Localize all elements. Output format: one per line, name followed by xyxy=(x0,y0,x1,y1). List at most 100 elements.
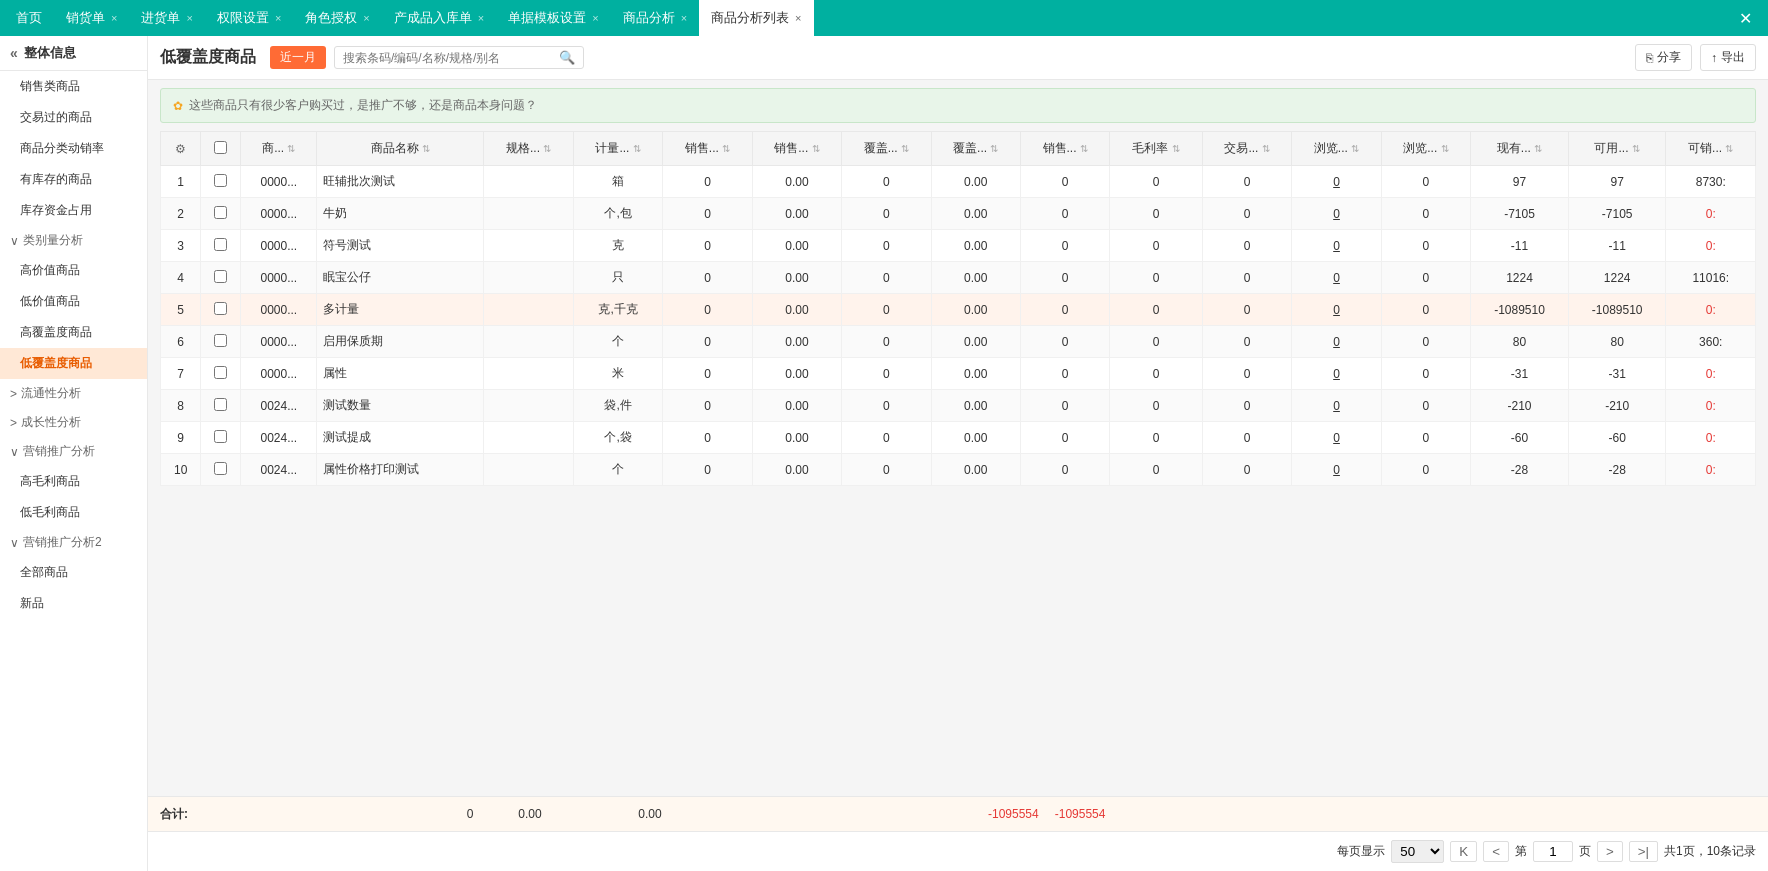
row-select-checkbox[interactable] xyxy=(214,238,227,251)
row-trade: 0 xyxy=(1202,262,1291,294)
info-icon: ✿ xyxy=(173,99,183,113)
prev-page-button[interactable]: < xyxy=(1483,841,1509,862)
sidebar-item-high-margin[interactable]: 高毛利商品 xyxy=(0,466,147,497)
sidebar-section-growth-analysis[interactable]: >成长性分析 xyxy=(0,408,147,437)
row-select-checkbox[interactable] xyxy=(214,430,227,443)
row-select-checkbox[interactable] xyxy=(214,398,227,411)
sidebar-header-label: 整体信息 xyxy=(24,44,76,62)
row-browse1[interactable]: 0 xyxy=(1292,422,1381,454)
row-checkbox xyxy=(201,326,241,358)
page-title: 低覆盖度商品 xyxy=(160,47,256,68)
nav-item-permissions[interactable]: 权限设置× xyxy=(205,0,293,36)
sidebar-item-high-coverage[interactable]: 高覆盖度商品 xyxy=(0,317,147,348)
first-page-button[interactable]: K xyxy=(1450,841,1477,862)
row-select-checkbox[interactable] xyxy=(214,366,227,379)
filter-button[interactable]: 近一月 xyxy=(270,46,326,69)
footer-spacer9 xyxy=(860,803,920,825)
sidebar-item-new-goods[interactable]: 新品 xyxy=(0,588,147,619)
sidebar-item-low-margin[interactable]: 低毛利商品 xyxy=(0,497,147,528)
row-number: 7 xyxy=(161,358,201,390)
sidebar-section-category-analysis[interactable]: ∨类别量分析 xyxy=(0,226,147,255)
sidebar-item-capital-occupy[interactable]: 库存资金占用 xyxy=(0,195,147,226)
row-sales-x: 0 xyxy=(1021,422,1110,454)
sidebar-toggle[interactable]: « xyxy=(10,45,18,61)
page-number-input[interactable] xyxy=(1533,841,1573,862)
nav-item-sales[interactable]: 销货单× xyxy=(54,0,129,36)
window-close-button[interactable]: ✕ xyxy=(1727,9,1764,28)
sidebar-item-all-goods[interactable]: 全部商品 xyxy=(0,557,147,588)
row-unit: 米 xyxy=(573,358,662,390)
row-browse1[interactable]: 0 xyxy=(1292,294,1381,326)
row-sellable: 0: xyxy=(1666,358,1756,390)
footer-spacer10 xyxy=(920,803,980,825)
row-sellable: 0: xyxy=(1666,454,1756,486)
sidebar-item-traded-goods[interactable]: 交易过的商品 xyxy=(0,102,147,133)
row-available: -1089510 xyxy=(1568,294,1666,326)
row-select-checkbox[interactable] xyxy=(214,206,227,219)
export-button[interactable]: ↑ 导出 xyxy=(1700,44,1756,71)
nav-close-analysis[interactable]: × xyxy=(681,12,687,24)
nav-close-roles[interactable]: × xyxy=(363,12,369,24)
nav-item-products[interactable]: 产成品入库单× xyxy=(382,0,496,36)
row-browse1[interactable]: 0 xyxy=(1292,198,1381,230)
row-browse1[interactable]: 0 xyxy=(1292,454,1381,486)
sidebar-section-profit-analysis[interactable]: >流通性分析 xyxy=(0,379,147,408)
nav-item-roles[interactable]: 角色授权× xyxy=(293,0,381,36)
row-sales-x: 0 xyxy=(1021,326,1110,358)
nav-close-products[interactable]: × xyxy=(478,12,484,24)
row-gross-rate: 0 xyxy=(1110,166,1202,198)
sidebar-item-low-coverage[interactable]: 低覆盖度商品 xyxy=(0,348,147,379)
nav-item-templates[interactable]: 单据模板设置× xyxy=(496,0,610,36)
row-current: -31 xyxy=(1471,358,1569,390)
nav-close-permissions[interactable]: × xyxy=(275,12,281,24)
row-select-checkbox[interactable] xyxy=(214,462,227,475)
row-browse1[interactable]: 0 xyxy=(1292,358,1381,390)
row-available: -31 xyxy=(1568,358,1666,390)
row-checkbox xyxy=(201,294,241,326)
search-input[interactable] xyxy=(343,51,559,65)
last-page-button[interactable]: >| xyxy=(1629,841,1658,862)
sidebar-item-low-value[interactable]: 低价值商品 xyxy=(0,286,147,317)
row-current: 1224 xyxy=(1471,262,1569,294)
row-cov2: 0.00 xyxy=(931,390,1020,422)
nav-close-analysis-list[interactable]: × xyxy=(795,12,801,24)
row-select-checkbox[interactable] xyxy=(214,270,227,283)
row-browse2: 0 xyxy=(1381,230,1470,262)
sidebar-item-sales-change-rate[interactable]: 商品分类动销率 xyxy=(0,133,147,164)
row-cov2: 0.00 xyxy=(931,198,1020,230)
row-available: -28 xyxy=(1568,454,1666,486)
nav-item-analysis-list[interactable]: 商品分析列表× xyxy=(699,0,813,36)
sidebar-item-high-value[interactable]: 高价值商品 xyxy=(0,255,147,286)
row-sales-qty: 0 xyxy=(663,198,752,230)
nav-item-analysis[interactable]: 商品分析× xyxy=(611,0,699,36)
footer-label: 合计: xyxy=(160,806,188,823)
settings-icon[interactable]: ⚙ xyxy=(175,142,186,156)
row-select-checkbox[interactable] xyxy=(214,334,227,347)
row-gross-rate: 0 xyxy=(1110,262,1202,294)
sidebar-section-extra-analysis[interactable]: ∨营销推广分析2 xyxy=(0,528,147,557)
row-browse1[interactable]: 0 xyxy=(1292,166,1381,198)
row-cov2: 0.00 xyxy=(931,422,1020,454)
row-browse1[interactable]: 0 xyxy=(1292,326,1381,358)
row-browse1[interactable]: 0 xyxy=(1292,230,1381,262)
sidebar-item-has-stock[interactable]: 有库存的商品 xyxy=(0,164,147,195)
nav-close-purchase[interactable]: × xyxy=(186,12,192,24)
nav-close-sales[interactable]: × xyxy=(111,12,117,24)
row-cov1: 0 xyxy=(842,294,931,326)
row-browse1[interactable]: 0 xyxy=(1292,262,1381,294)
nav-item-home[interactable]: 首页 xyxy=(4,0,54,36)
row-browse1[interactable]: 0 xyxy=(1292,390,1381,422)
nav-item-purchase[interactable]: 进货单× xyxy=(129,0,204,36)
page-size-select[interactable]: 50 100 xyxy=(1391,840,1444,863)
row-select-checkbox[interactable] xyxy=(214,174,227,187)
share-button[interactable]: ⎘ 分享 xyxy=(1635,44,1692,71)
next-page-button[interactable]: > xyxy=(1597,841,1623,862)
sidebar-section-marketing-analysis[interactable]: ∨营销推广分析 xyxy=(0,437,147,466)
select-all-checkbox[interactable] xyxy=(214,141,227,154)
footer-spacer7 xyxy=(740,803,800,825)
row-select-checkbox[interactable] xyxy=(214,302,227,315)
row-sales-amt: 0.00 xyxy=(752,358,841,390)
sidebar-item-sales-goods[interactable]: 销售类商品 xyxy=(0,71,147,102)
col-settings[interactable]: ⚙ xyxy=(161,132,201,166)
nav-close-templates[interactable]: × xyxy=(592,12,598,24)
